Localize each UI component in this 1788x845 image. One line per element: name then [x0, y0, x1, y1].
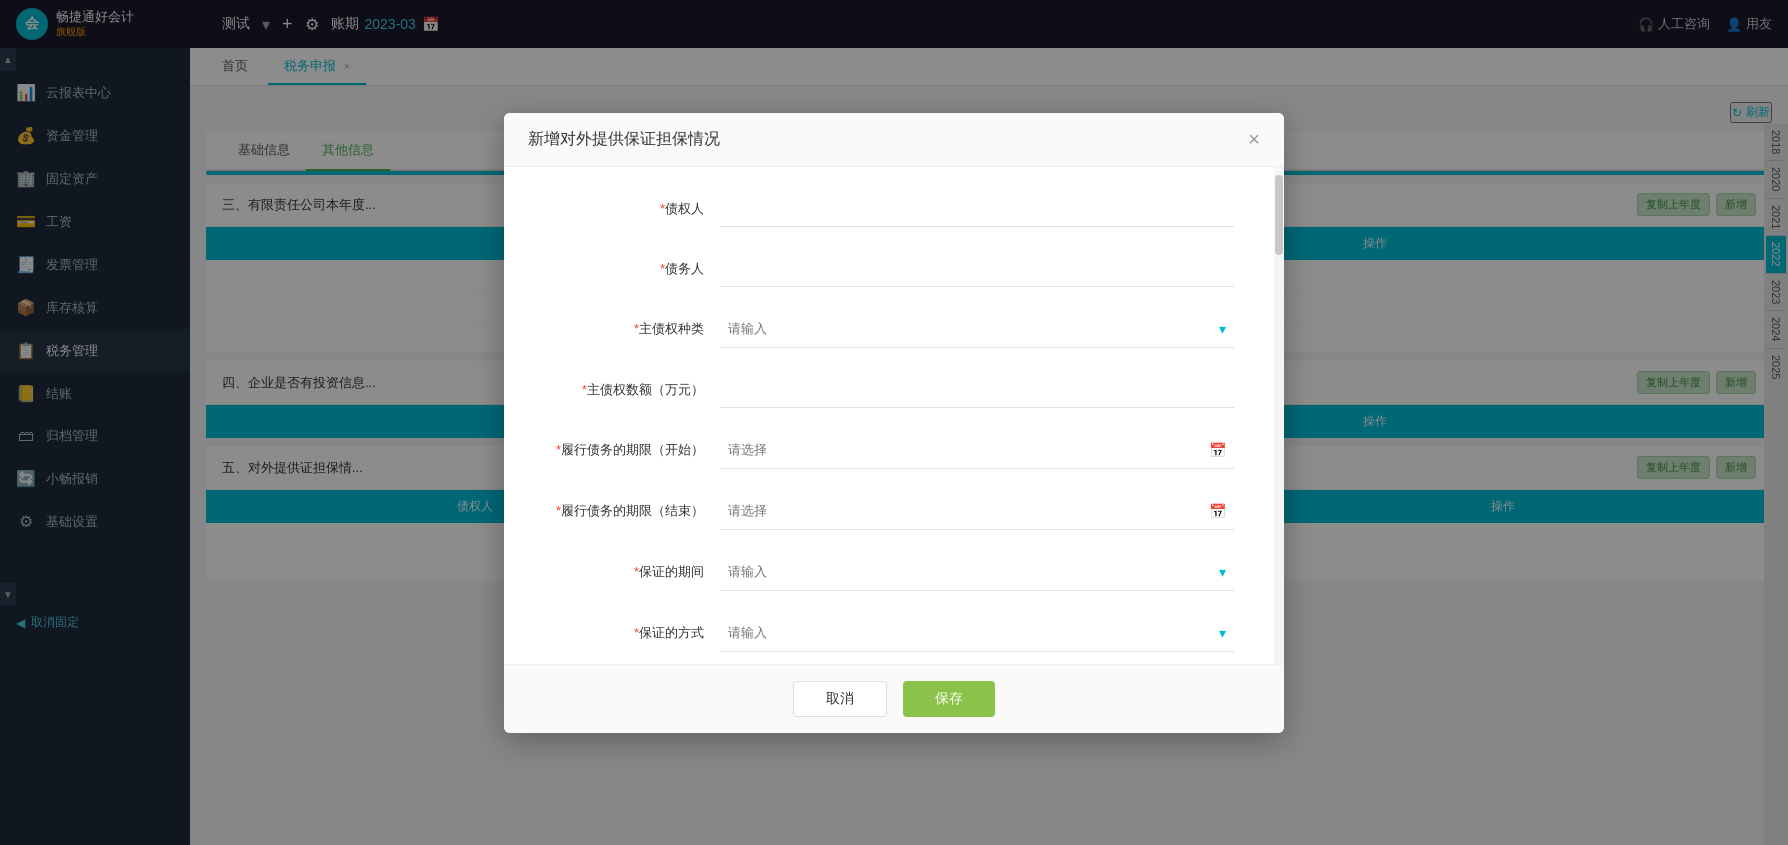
form-row-guarantee-method: *保证的方式 ▾ [544, 615, 1234, 652]
label-guarantee-period: *保证的期间 [544, 563, 704, 581]
select-wrap-guarantee-method: ▾ [720, 615, 1234, 652]
date-wrap-obligation-start: 📅 [720, 432, 1234, 469]
chevron-down-method-icon[interactable]: ▾ [1219, 625, 1234, 641]
dialog: 新增对外提供保证担保情况 × *债权人 *债务人 [504, 113, 1284, 733]
form-row-obligation-end: *履行债务的期限（结束） 📅 [544, 493, 1234, 530]
required-star: * [556, 503, 561, 518]
form-row-obligation-start: *履行债务的期限（开始） 📅 [544, 432, 1234, 469]
required-star: * [634, 321, 639, 336]
input-obligation-end[interactable] [720, 493, 1209, 529]
label-guarantee-method: *保证的方式 [544, 624, 704, 642]
date-wrap-obligation-end: 📅 [720, 493, 1234, 530]
form-row-creditor-type: *主债权种类 ▾ [544, 311, 1234, 348]
input-creditor-type[interactable] [720, 311, 1219, 347]
dialog-body: *债权人 *债务人 *主债权种类 [504, 167, 1274, 664]
calendar-end-icon[interactable]: 📅 [1209, 503, 1234, 519]
label-obligation-start: *履行债务的期限（开始） [544, 441, 704, 459]
form-row-guarantee-period: *保证的期间 ▾ [544, 554, 1234, 591]
dialog-header: 新增对外提供保证担保情况 × [504, 113, 1284, 167]
input-guarantee-period[interactable] [720, 554, 1219, 590]
required-star: * [582, 382, 587, 397]
dialog-close-button[interactable]: × [1248, 129, 1260, 149]
required-star: * [556, 442, 561, 457]
dialog-footer: 取消 保存 [504, 664, 1284, 733]
input-creditor[interactable] [720, 191, 1234, 227]
form-row-debtor: *债务人 [544, 251, 1234, 287]
input-guarantee-method[interactable] [720, 615, 1219, 651]
input-creditor-amount[interactable] [720, 372, 1234, 408]
input-obligation-start[interactable] [720, 432, 1209, 468]
required-star: * [634, 564, 639, 579]
form-row-creditor: *债权人 [544, 191, 1234, 227]
select-wrap-guarantee-period: ▾ [720, 554, 1234, 591]
dialog-title: 新增对外提供保证担保情况 [528, 129, 720, 150]
label-creditor: *债权人 [544, 200, 704, 218]
save-button[interactable]: 保存 [903, 681, 995, 717]
label-debtor: *债务人 [544, 260, 704, 278]
select-wrap-creditor-type: ▾ [720, 311, 1234, 348]
calendar-start-icon[interactable]: 📅 [1209, 442, 1234, 458]
cancel-button[interactable]: 取消 [793, 681, 887, 717]
label-obligation-end: *履行债务的期限（结束） [544, 502, 704, 520]
input-debtor[interactable] [720, 251, 1234, 287]
chevron-down-icon[interactable]: ▾ [1219, 321, 1234, 337]
dialog-scrollbar[interactable] [1274, 167, 1284, 664]
dialog-overlay[interactable]: 新增对外提供保证担保情况 × *债权人 *债务人 [0, 0, 1788, 845]
label-creditor-amount: *主债权数额（万元） [544, 381, 704, 399]
required-star: * [660, 261, 665, 276]
chevron-down-period-icon[interactable]: ▾ [1219, 564, 1234, 580]
required-star: * [660, 201, 665, 216]
label-creditor-type: *主债权种类 [544, 320, 704, 338]
scrollbar-thumb [1275, 175, 1283, 255]
form-row-creditor-amount: *主债权数额（万元） [544, 372, 1234, 408]
required-star: * [634, 625, 639, 640]
